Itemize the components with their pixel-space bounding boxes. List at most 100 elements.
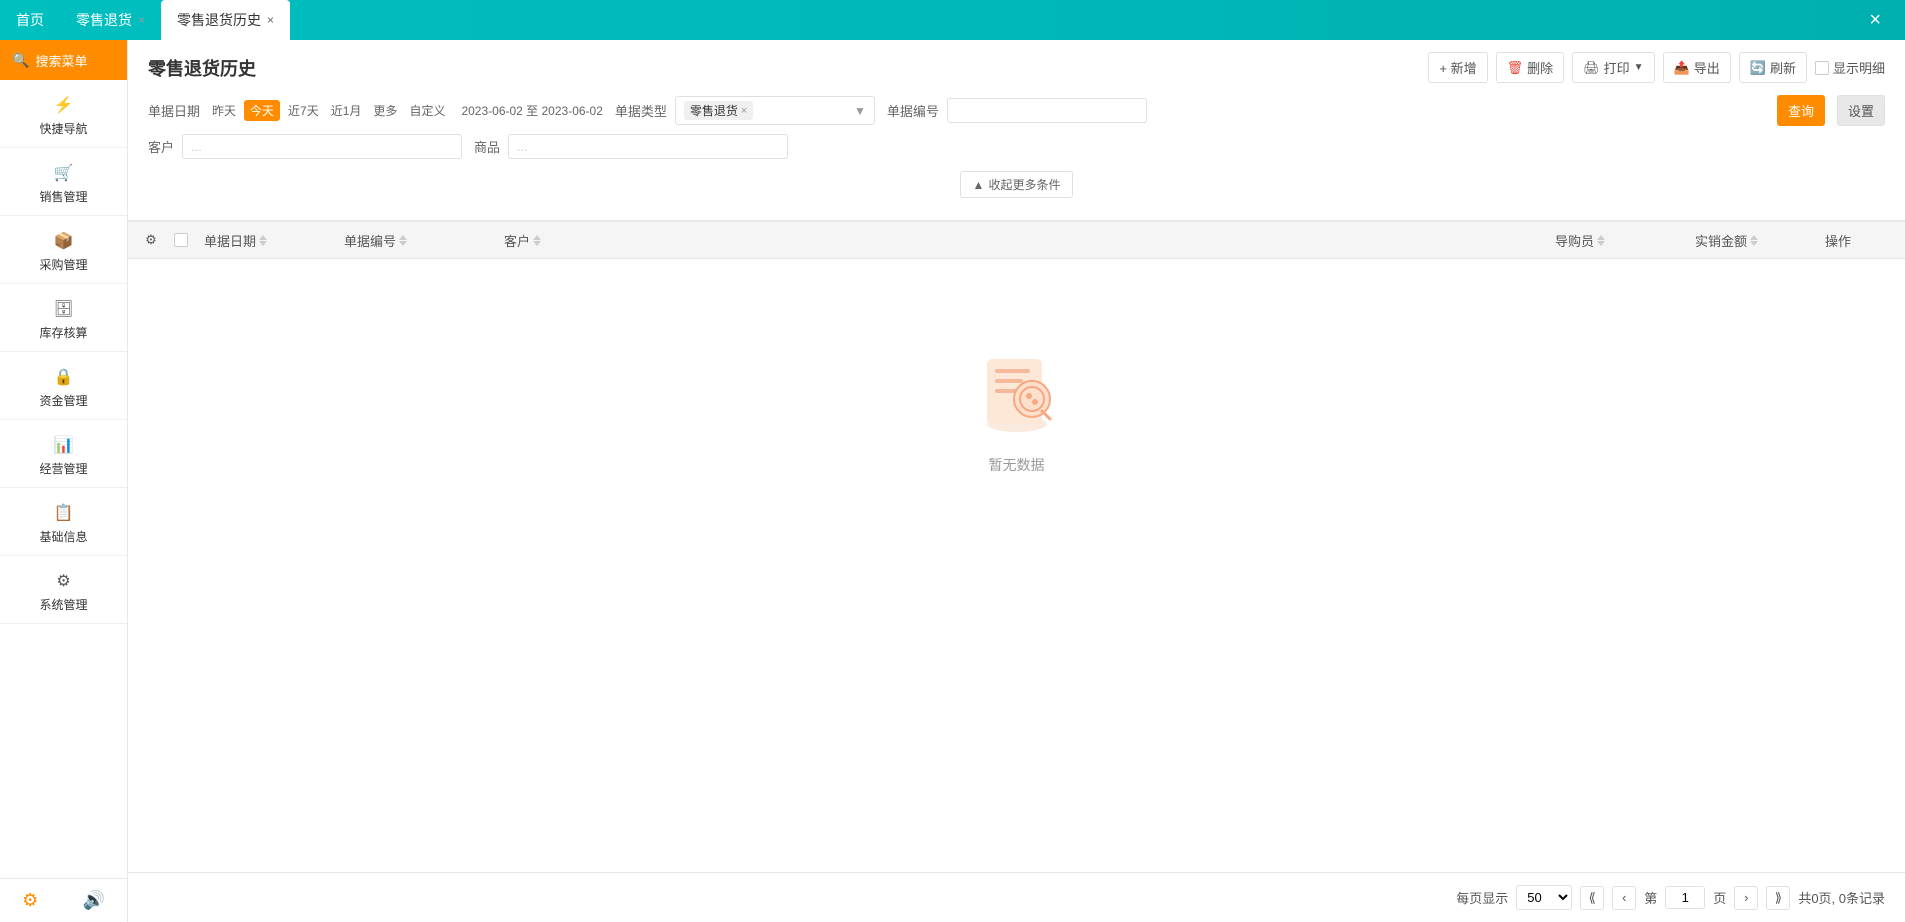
settings-bottom-icon[interactable]: ⚙	[22, 890, 38, 911]
refresh-button[interactable]: 🔄 刷新	[1739, 52, 1807, 83]
query-button[interactable]: 查询	[1777, 95, 1825, 126]
sidebar-item-system-mgmt[interactable]: ⚙ 系统管理	[0, 556, 127, 624]
sidebar-item-purchase-label: 采购管理	[39, 256, 87, 273]
tab-bar: 首页 零售退货 × 零售退货历史 ×	[0, 0, 1861, 40]
th-guide-label: 导购员	[1555, 231, 1594, 250]
sidebar-item-quick-nav-label: 快捷导航	[39, 120, 87, 137]
voucher-type-tag: 零售退货 ×	[684, 101, 753, 120]
delete-label: 删除	[1527, 58, 1553, 77]
operations-icon: 📊	[53, 434, 75, 456]
table-header: ⚙ 单据日期 单据编号	[128, 221, 1905, 259]
date-sort-up	[259, 235, 267, 240]
table-wrap: ⚙ 单据日期 单据编号	[128, 221, 1905, 555]
voucher-type-tag-remove[interactable]: ×	[741, 105, 747, 117]
sidebar-item-basic-info[interactable]: 📋 基础信息	[0, 488, 127, 556]
tab-home[interactable]: 首页	[0, 0, 60, 40]
sidebar-item-purchase-mgmt[interactable]: 📦 采购管理	[0, 216, 127, 284]
sidebar-item-operations[interactable]: 📊 经营管理	[0, 420, 127, 488]
collapse-filter-button[interactable]: ▲ 收起更多条件	[960, 171, 1074, 198]
tab-retail-return[interactable]: 零售退货 ×	[60, 0, 161, 40]
th-date[interactable]: 单据日期	[196, 231, 336, 250]
sidebar-item-basic-info-label: 基础信息	[39, 528, 87, 545]
customer-sort-icons	[533, 235, 541, 246]
last-page-button[interactable]: ⟫	[1766, 886, 1790, 910]
number-sort-up	[399, 235, 407, 240]
goods-placeholder: ...	[517, 139, 528, 154]
voucher-num-input[interactable]	[947, 98, 1147, 123]
print-button[interactable]: 🖨 打印 ▼	[1572, 52, 1654, 83]
sidebar-item-inventory-label: 库存核算	[39, 324, 87, 341]
settings-button[interactable]: 设置	[1837, 95, 1885, 126]
date-opt-more[interactable]: 更多	[369, 100, 401, 121]
sidebar-item-finance[interactable]: 🔒 资金管理	[0, 352, 127, 420]
quick-nav-icon: ⚡	[53, 94, 75, 116]
filter-row-1: 单据日期 昨天 今天 近7天 近1月 更多 自定义 2023-06-02 至 2…	[148, 95, 1885, 126]
new-label: + 新增	[1439, 58, 1476, 77]
window-close-button[interactable]: ×	[1861, 9, 1889, 31]
refresh-label: 刷新	[1770, 58, 1796, 77]
date-opt-7days[interactable]: 近7天	[284, 100, 323, 121]
th-guide[interactable]: 导购员	[1547, 231, 1687, 250]
export-button[interactable]: 📤 导出	[1663, 52, 1731, 83]
guide-sort-icons	[1597, 235, 1605, 246]
page-title: 零售退货历史	[148, 55, 256, 81]
voucher-num-label: 单据编号	[887, 101, 939, 120]
tab-home-label: 首页	[16, 10, 44, 30]
prev-page-button[interactable]: ‹	[1612, 886, 1636, 910]
date-opt-1month[interactable]: 近1月	[327, 100, 366, 121]
date-range-value: 2023-06-02 至 2023-06-02	[461, 102, 602, 119]
customer-placeholder: ...	[191, 139, 202, 154]
customer-filter: 客户 ...	[148, 134, 462, 159]
collapse-label: 收起更多条件	[988, 176, 1060, 193]
customer-select[interactable]: ...	[182, 134, 462, 159]
sidebar-search[interactable]: 🔍 搜索菜单	[0, 40, 127, 80]
export-label: 导出	[1694, 58, 1720, 77]
top-bar: 首页 零售退货 × 零售退货历史 × ×	[0, 0, 1905, 40]
select-all-checkbox[interactable]	[174, 233, 188, 247]
th-number[interactable]: 单据编号	[336, 231, 496, 250]
th-date-label: 单据日期	[204, 231, 256, 250]
delete-icon: 🗑	[1507, 60, 1524, 76]
current-page-input[interactable]	[1665, 886, 1705, 909]
th-amount-label: 实销金额	[1695, 231, 1747, 250]
date-opt-today[interactable]: 今天	[244, 100, 280, 121]
tab-retail-return-history[interactable]: 零售退货历史 ×	[161, 0, 290, 40]
sidebar-item-operations-label: 经营管理	[39, 460, 87, 477]
th-amount[interactable]: 实销金额	[1687, 231, 1817, 250]
first-page-button[interactable]: ⟪	[1580, 886, 1604, 910]
delete-button[interactable]: 🗑 删除	[1496, 52, 1565, 83]
th-customer-label: 客户	[504, 231, 530, 250]
next-page-button[interactable]: ›	[1734, 886, 1758, 910]
page-header-top: 零售退货历史 + 新增 🗑 删除 🖨 打印 ▼ 📤	[148, 52, 1885, 83]
th-settings[interactable]: ⚙	[136, 232, 166, 248]
voucher-type-tag-label: 零售退货	[690, 102, 738, 119]
goods-select[interactable]: ...	[508, 134, 788, 159]
voucher-type-dropdown-arrow: ▼	[854, 104, 866, 118]
tab-retail-return-history-close[interactable]: ×	[267, 13, 274, 27]
sidebar: 🔍 搜索菜单 ⚡ 快捷导航 🛒 销售管理 📦 采购管理 🗄 库存核算 🔒	[0, 40, 128, 922]
th-customer[interactable]: 客户	[496, 231, 1547, 250]
voucher-type-select[interactable]: 零售退货 × ▼	[675, 96, 875, 125]
print-label: 打印	[1604, 58, 1630, 77]
tab-retail-return-label: 零售退货	[76, 10, 132, 30]
new-button[interactable]: + 新增	[1428, 52, 1487, 83]
sidebar-item-sales-label: 销售管理	[39, 188, 87, 205]
checkbox-box	[1815, 61, 1829, 75]
show-detail-checkbox[interactable]: 显示明细	[1815, 58, 1885, 77]
content-area: 零售退货历史 + 新增 🗑 删除 🖨 打印 ▼ 📤	[128, 40, 1905, 922]
print-icon: 🖨	[1583, 60, 1600, 76]
amount-sort-down	[1750, 241, 1758, 246]
sidebar-item-quick-nav[interactable]: ⚡ 快捷导航	[0, 80, 127, 148]
speaker-icon[interactable]: 🔊	[82, 890, 104, 911]
tab-retail-return-close[interactable]: ×	[138, 13, 145, 27]
purchase-mgmt-icon: 📦	[53, 230, 75, 252]
date-opt-custom[interactable]: 自定义	[405, 100, 449, 121]
header-actions: + 新增 🗑 删除 🖨 打印 ▼ 📤 导出	[1428, 52, 1885, 83]
sidebar-item-inventory[interactable]: 🗄 库存核算	[0, 284, 127, 352]
th-checkbox[interactable]	[166, 233, 196, 247]
page-label: 第	[1644, 888, 1657, 907]
sidebar-item-sales-mgmt[interactable]: 🛒 销售管理	[0, 148, 127, 216]
per-page-select[interactable]: 50 20 100	[1516, 885, 1572, 910]
date-opt-yesterday[interactable]: 昨天	[208, 100, 240, 121]
voucher-num-filter: 单据编号	[887, 98, 1147, 123]
